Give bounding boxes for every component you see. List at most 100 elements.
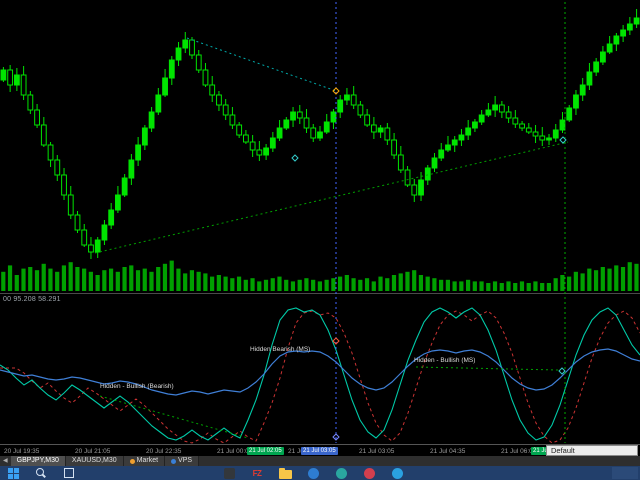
- candle-body: [115, 194, 121, 211]
- candle-body: [135, 144, 142, 161]
- volume-bar: [243, 279, 248, 291]
- windows-start-icon[interactable]: [6, 467, 20, 479]
- volume-bar: [95, 275, 100, 291]
- divergence-label: Hidden - Bullish (MS): [414, 357, 475, 364]
- candle-body: [121, 177, 128, 196]
- candle-body: [67, 194, 74, 216]
- candle-body: [418, 179, 424, 196]
- candle-body: [350, 94, 357, 106]
- volume-bar: [257, 281, 262, 291]
- metatrader-screen: Hidden - Bullish (Bearish) Hidden Bearish…: [0, 0, 640, 480]
- volume-bar: [412, 270, 417, 291]
- volume-bar: [560, 275, 565, 291]
- candle-body: [81, 229, 88, 246]
- time-axis-chip: 21 Jul 03:05: [301, 447, 338, 455]
- volume-bar: [317, 281, 322, 291]
- candle-body: [0, 69, 7, 81]
- app-icon-red[interactable]: [362, 467, 376, 479]
- volume-bar: [122, 267, 127, 291]
- volume-bar: [331, 278, 336, 291]
- app-icon-drop[interactable]: [390, 467, 404, 479]
- candle-body: [458, 134, 465, 141]
- volume-bar: [142, 268, 147, 291]
- chart-tab-gbpjpy[interactable]: GBPJPY,M30: [10, 456, 66, 466]
- volume-bar: [418, 275, 424, 291]
- candle-body: [216, 94, 222, 106]
- candle-body: [269, 137, 276, 149]
- candle-body: [377, 127, 384, 133]
- volume-bar: [600, 267, 605, 291]
- volume-bar: [378, 276, 383, 291]
- candle-body: [559, 119, 566, 131]
- volume-bar: [338, 276, 343, 291]
- candle-body: [492, 104, 499, 111]
- time-axis: 20 Jul 19:35 20 Jul 21:05 20 Jul 22:35 21 J…: [0, 444, 640, 456]
- app-icon-blue[interactable]: [306, 467, 320, 479]
- app-icon-teal[interactable]: [334, 467, 348, 479]
- task-view-icon[interactable]: [62, 467, 76, 479]
- candle-body: [600, 51, 606, 63]
- candle-body: [20, 74, 27, 96]
- volume-bar: [587, 268, 592, 291]
- pinned-app-active[interactable]: [612, 467, 638, 479]
- chart-area[interactable]: Hidden - Bullish (Bearish) Hidden Bearish…: [0, 0, 640, 444]
- candle-body: [478, 114, 485, 123]
- candle-body: [519, 123, 525, 129]
- template-default-label: Default: [551, 446, 575, 455]
- candle-body: [242, 134, 249, 143]
- candle-body: [249, 141, 256, 151]
- volume-bar: [210, 276, 215, 291]
- vps-tab-label: VPS: [178, 457, 193, 464]
- template-default-chip[interactable]: Default: [546, 445, 638, 456]
- vps-icon: [171, 458, 177, 464]
- candle-body: [189, 39, 195, 56]
- candle-body: [108, 209, 115, 226]
- volume-bar: [506, 281, 511, 291]
- candle-body: [344, 94, 350, 101]
- candle-body: [209, 84, 216, 96]
- candle-body: [579, 84, 586, 96]
- volume-bar: [169, 260, 174, 291]
- volume-bar: [533, 281, 538, 291]
- volume-bar: [149, 271, 154, 291]
- volume-bar: [68, 262, 73, 291]
- volume-bar: [634, 263, 639, 291]
- filezilla-icon[interactable]: FZ: [250, 467, 264, 479]
- candle-body: [310, 127, 317, 139]
- tab-scroll-left-icon[interactable]: ◀: [0, 456, 11, 466]
- candle-body: [236, 124, 243, 136]
- app-icon-dark[interactable]: [222, 467, 236, 479]
- candle-body: [532, 131, 539, 137]
- candle-body: [229, 114, 236, 126]
- volume-bar: [432, 278, 437, 291]
- candle-body: [465, 127, 472, 136]
- candle-body: [168, 59, 175, 79]
- volume-bar: [277, 276, 282, 291]
- candle-body: [263, 147, 270, 156]
- market-tab[interactable]: Market: [123, 456, 166, 466]
- candle-body: [593, 61, 600, 73]
- candle-body: [451, 139, 458, 146]
- volume-bar: [445, 279, 450, 291]
- volume-bar: [108, 268, 114, 291]
- volume-bar: [311, 279, 316, 291]
- volume-bar: [492, 281, 498, 291]
- volume-bar: [513, 283, 518, 291]
- volume-bar: [156, 267, 161, 291]
- candle-body: [357, 104, 364, 116]
- candle-body: [195, 54, 202, 71]
- chart-tab-xauusd[interactable]: XAUUSD,M30: [65, 456, 124, 466]
- volume-bar: [627, 262, 632, 291]
- volume-bar: [88, 271, 93, 291]
- volume-bar: [358, 279, 363, 291]
- candle-body: [27, 94, 34, 111]
- candle-body: [296, 111, 303, 119]
- vps-tab[interactable]: VPS: [165, 456, 200, 466]
- candle-body: [323, 121, 330, 133]
- file-explorer-icon[interactable]: [278, 467, 292, 479]
- volume-bar: [391, 275, 397, 291]
- volume-bar: [540, 283, 545, 291]
- candle-body: [620, 29, 627, 37]
- search-icon[interactable]: [34, 467, 48, 479]
- volume-bar: [465, 279, 471, 291]
